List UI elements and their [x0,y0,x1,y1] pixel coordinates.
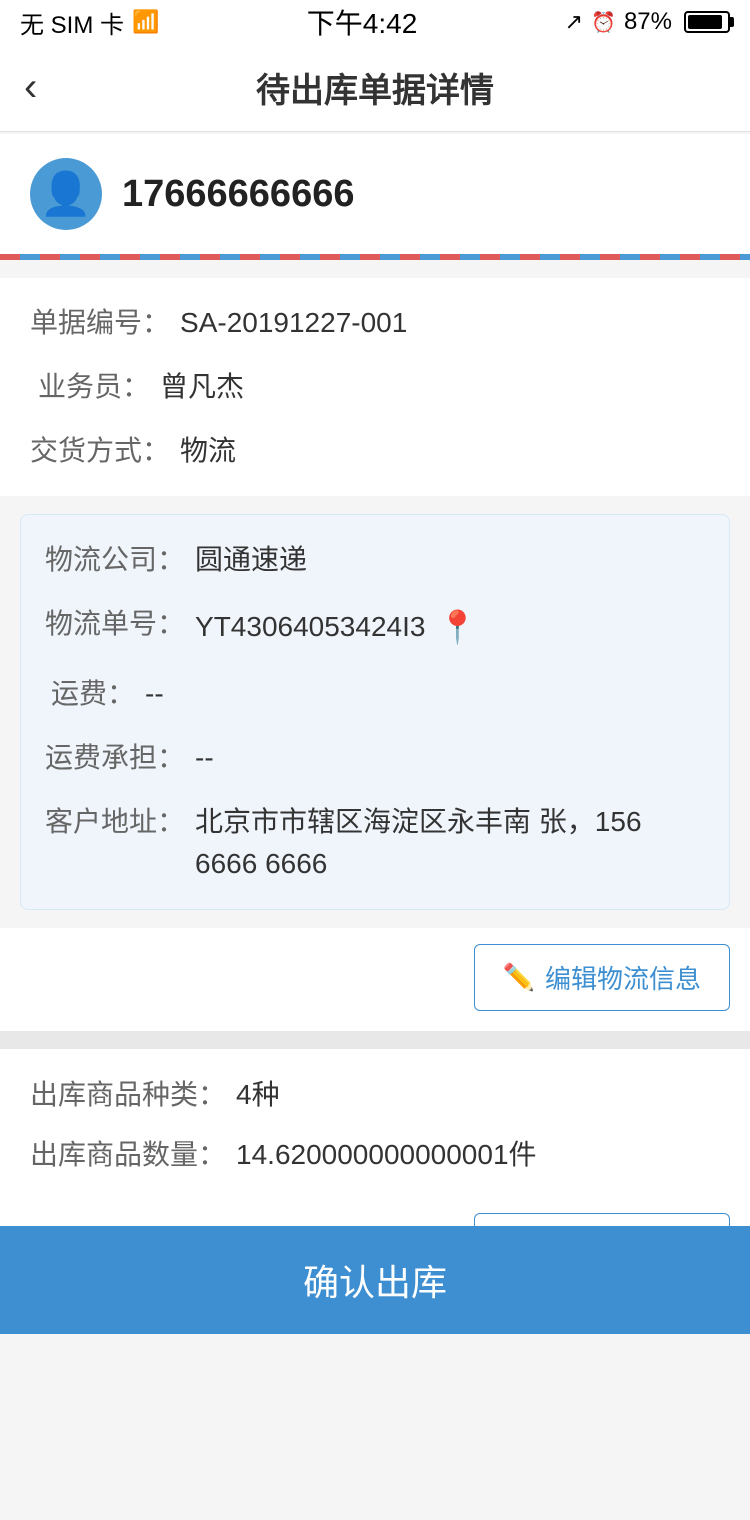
user-header: 👤 17666666666 [0,134,750,254]
status-left: 无 SIM 卡 📶 [20,5,159,40]
goods-section: 出库商品种类： 4种 出库商品数量： 14.620000000000001件 [0,1049,750,1197]
doc-number-row: 单据编号： SA-20191227-001 [30,302,720,344]
address-value: 北京市市辖区海淀区永丰南 张，156 6666 6666 [195,801,705,885]
status-bar: 无 SIM 卡 📶 下午4:42 ↗ ⏰ 87% [0,0,750,44]
freight-bearer-row: 运费承担： -- [45,737,705,779]
alarm-icon: ⏰ [591,10,616,35]
carrier-label: 无 SIM 卡 [20,5,124,40]
freight-bearer-value: -- [195,737,705,779]
goods-quantity-label: 出库商品数量： [30,1133,236,1173]
avatar: 👤 [30,158,102,230]
logistics-company-label: 物流公司： [45,539,195,581]
back-button[interactable]: ‹ [24,65,37,110]
user-icon: 👤 [40,170,92,219]
battery-icon [684,11,730,33]
status-right: ↗ ⏰ 87% [565,8,730,36]
tracking-label: 物流单号： [45,603,195,645]
user-phone: 17666666666 [122,173,354,216]
wifi-icon: 📶 [132,9,159,35]
battery-pct: 87% [624,8,672,36]
goods-type-label: 出库商品种类： [30,1073,236,1113]
delivery-method-label: 交货方式： [30,430,180,472]
nav-bar: ‹ 待出库单据详情 [0,44,750,132]
freight-bearer-label: 运费承担： [45,737,195,779]
delivery-method-value: 物流 [180,430,720,472]
goods-type-value: 4种 [236,1073,720,1113]
goods-quantity-row: 出库商品数量： 14.620000000000001件 [30,1133,720,1173]
goods-quantity-value: 14.620000000000001件 [236,1133,720,1173]
section-separator [0,1031,750,1049]
address-row: 客户地址： 北京市市辖区海淀区永丰南 张，156 6666 6666 [45,801,705,885]
basic-info-section: 单据编号： SA-20191227-001 业务员： 曾凡杰 交货方式： 物流 [0,278,750,496]
freight-row: 运费： -- [45,673,705,715]
delivery-method-row: 交货方式： 物流 [30,430,720,472]
dashed-divider [0,254,750,260]
tracking-value: YT43064053424I3 📍 [195,603,705,651]
goods-type-row: 出库商品种类： 4种 [30,1073,720,1113]
location-status-icon: ↗ [565,9,583,35]
edit-icon: ✏️ [503,962,535,993]
logistics-company-value: 圆通速递 [195,539,705,581]
address-label: 客户地址： [45,801,195,843]
freight-label: 运费： [45,673,145,715]
logistics-company-row: 物流公司： 圆通速递 [45,539,705,581]
edit-logistics-section: ✏️ 编辑物流信息 [0,928,750,1031]
confirm-button[interactable]: 确认出库 [303,1254,447,1306]
doc-number-label: 单据编号： [30,302,180,344]
edit-logistics-button[interactable]: ✏️ 编辑物流信息 [474,944,730,1011]
tracking-location-icon[interactable]: 📍 [437,603,477,651]
page-title: 待出库单据详情 [256,63,494,112]
salesperson-label: 业务员： [30,366,160,408]
edit-logistics-label: 编辑物流信息 [545,959,701,996]
salesperson-row: 业务员： 曾凡杰 [30,366,720,408]
tracking-row: 物流单号： YT43064053424I3 📍 [45,603,705,651]
confirm-btn-wrap: 确认出库 [0,1226,750,1334]
freight-value: -- [145,673,705,715]
logistics-section: 物流公司： 圆通速递 物流单号： YT43064053424I3 📍 运费： -… [20,514,730,910]
status-time: 下午4:42 [307,2,418,42]
doc-number-value: SA-20191227-001 [180,302,720,344]
salesperson-value: 曾凡杰 [160,366,720,408]
